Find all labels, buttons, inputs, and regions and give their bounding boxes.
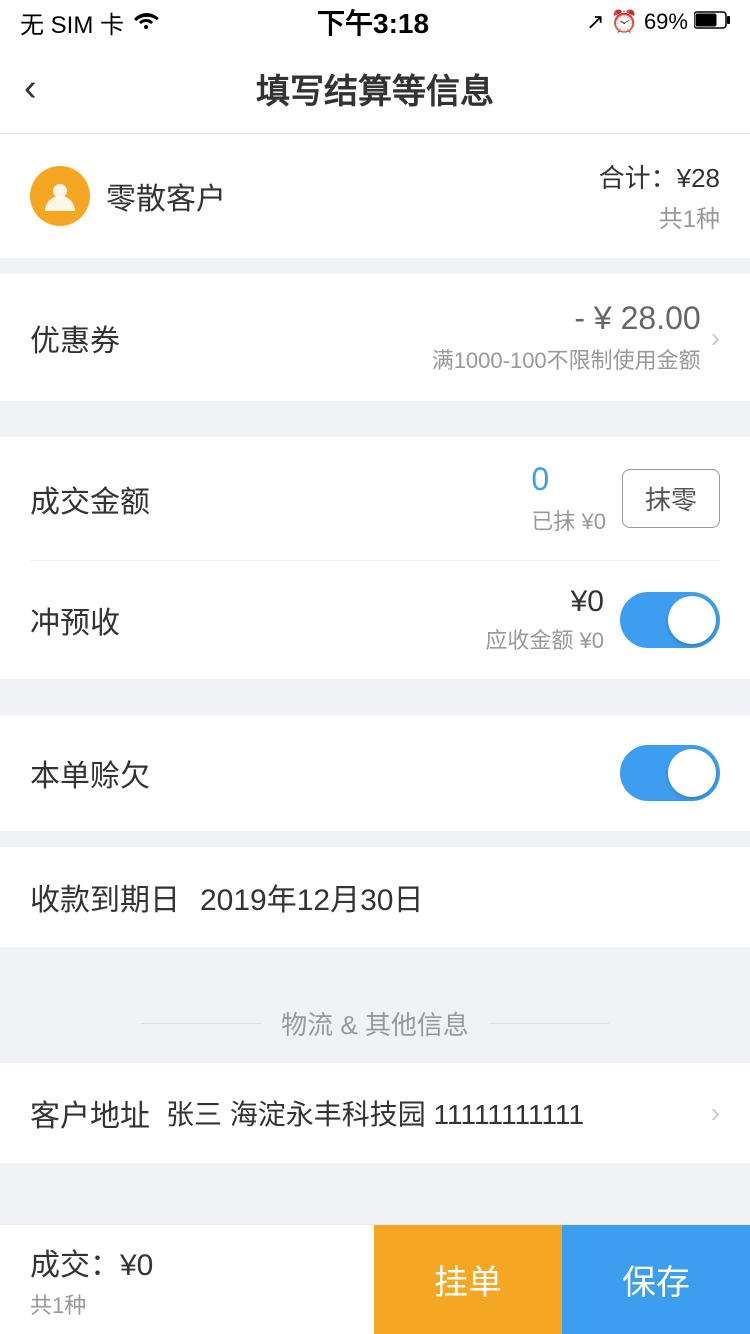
coupon-row[interactable]: 优惠券 - ¥ 28.00 满1000-100不限制使用金额 › xyxy=(0,274,750,401)
due-date-label: 收款到期日 xyxy=(30,875,180,919)
prepay-row: 冲预收 ¥0 应收金额 ¥0 xyxy=(0,561,750,679)
coupon-label: 优惠券 xyxy=(30,316,120,360)
pending-button[interactable]: 挂单 xyxy=(374,1225,562,1334)
prepay-amount: ¥0 xyxy=(485,585,604,619)
address-label: 客户地址 xyxy=(30,1091,150,1135)
address-chevron-icon: › xyxy=(711,1097,720,1129)
prepay-receivable: 应收金额 ¥0 xyxy=(485,623,604,655)
transaction-label: 成交金额 xyxy=(30,477,150,521)
coupon-chevron-icon: › xyxy=(711,322,720,354)
logistics-line-left xyxy=(141,1023,261,1024)
total-amount: 合计：¥28 xyxy=(599,158,720,195)
back-button[interactable]: ‹ xyxy=(24,67,37,110)
due-date-value: 2019年12月30日 xyxy=(200,875,423,919)
bottom-amount: 成交：¥0 xyxy=(30,1240,344,1284)
logistics-line-right xyxy=(489,1023,609,1024)
prepay-toggle[interactable] xyxy=(620,592,720,648)
coupon-description: 满1000-100不限制使用金额 xyxy=(432,343,701,375)
section-separator-3 xyxy=(0,963,750,983)
main-content: 零散客户 合计：¥28 共1种 优惠券 - ¥ 28.00 满1000-100不… xyxy=(0,134,750,1299)
bottom-count: 共1种 xyxy=(30,1288,344,1320)
transaction-row: 成交金额 0 已抹 ¥0 抹零 xyxy=(0,437,750,560)
section-separator-1 xyxy=(0,417,750,437)
alarm-icon: ⏰ xyxy=(611,9,638,35)
transaction-value-wrap: 0 已抹 ¥0 xyxy=(531,461,606,536)
debt-section: 本单赊欠 xyxy=(0,715,750,831)
prepay-values: ¥0 应收金额 ¥0 xyxy=(485,585,604,655)
coupon-section: 优惠券 - ¥ 28.00 满1000-100不限制使用金额 › xyxy=(0,274,750,401)
prepay-right: ¥0 应收金额 ¥0 xyxy=(485,585,720,655)
status-bar: 无 SIM 卡 下午3:18 ↗ ⏰ 69% xyxy=(0,0,750,44)
no-sim-label: 无 SIM 卡 xyxy=(20,5,124,40)
transaction-right: 0 已抹 ¥0 抹零 xyxy=(531,461,720,536)
debt-toggle-knob xyxy=(668,749,716,797)
status-time: 下午3:18 xyxy=(317,2,429,42)
due-date-row: 收款到期日 2019年12月30日 xyxy=(0,847,750,947)
coupon-right: - ¥ 28.00 满1000-100不限制使用金额 › xyxy=(432,300,720,375)
save-button[interactable]: 保存 xyxy=(562,1225,750,1334)
bottom-amount-label: 成交： xyxy=(30,1249,120,1282)
wifi-icon xyxy=(132,8,160,36)
prepay-label: 冲预收 xyxy=(30,598,120,642)
transaction-sub: 已抹 ¥0 xyxy=(531,504,606,536)
transaction-value: 0 xyxy=(531,461,606,498)
toggle-knob xyxy=(668,596,716,644)
customer-avatar xyxy=(30,166,90,226)
bottom-bar: 成交：¥0 共1种 挂单 保存 xyxy=(0,1224,750,1334)
debt-toggle[interactable] xyxy=(620,745,720,801)
coupon-amount: - ¥ 28.00 xyxy=(432,300,701,337)
location-icon: ↗ xyxy=(586,9,604,35)
section-separator-2 xyxy=(0,695,750,715)
debt-label: 本单赊欠 xyxy=(30,751,150,795)
battery-level: 69% xyxy=(644,9,688,35)
transaction-section: 成交金额 0 已抹 ¥0 抹零 冲预收 ¥0 应收金额 ¥0 xyxy=(0,437,750,679)
round-zero-button[interactable]: 抹零 xyxy=(622,469,720,528)
status-right: ↗ ⏰ 69% xyxy=(586,9,730,35)
battery-icon xyxy=(694,9,730,35)
coupon-info: - ¥ 28.00 满1000-100不限制使用金额 xyxy=(432,300,701,375)
due-date-section: 收款到期日 2019年12月30日 xyxy=(0,847,750,947)
nav-bar: ‹ 填写结算等信息 xyxy=(0,44,750,134)
bottom-amount-value: ¥0 xyxy=(120,1249,153,1282)
page-title: 填写结算等信息 xyxy=(256,64,494,113)
logistics-section: 物流 & 其他信息 xyxy=(0,983,750,1063)
logistics-label: 物流 & 其他信息 xyxy=(281,1005,469,1042)
customer-row: 零散客户 合计：¥28 共1种 xyxy=(0,134,750,258)
address-row[interactable]: 客户地址 张三 海淀永丰科技园 11111111111 › xyxy=(0,1063,750,1163)
customer-section: 零散客户 合计：¥28 共1种 xyxy=(0,134,750,258)
customer-left: 零散客户 xyxy=(30,166,226,226)
address-value: 张三 海淀永丰科技园 11111111111 xyxy=(166,1093,711,1133)
bottom-info: 成交：¥0 共1种 xyxy=(0,1240,374,1320)
status-left: 无 SIM 卡 xyxy=(20,5,160,40)
customer-total: 合计：¥28 共1种 xyxy=(599,158,720,234)
customer-name: 零散客户 xyxy=(106,174,226,218)
total-count: 共1种 xyxy=(599,199,720,234)
